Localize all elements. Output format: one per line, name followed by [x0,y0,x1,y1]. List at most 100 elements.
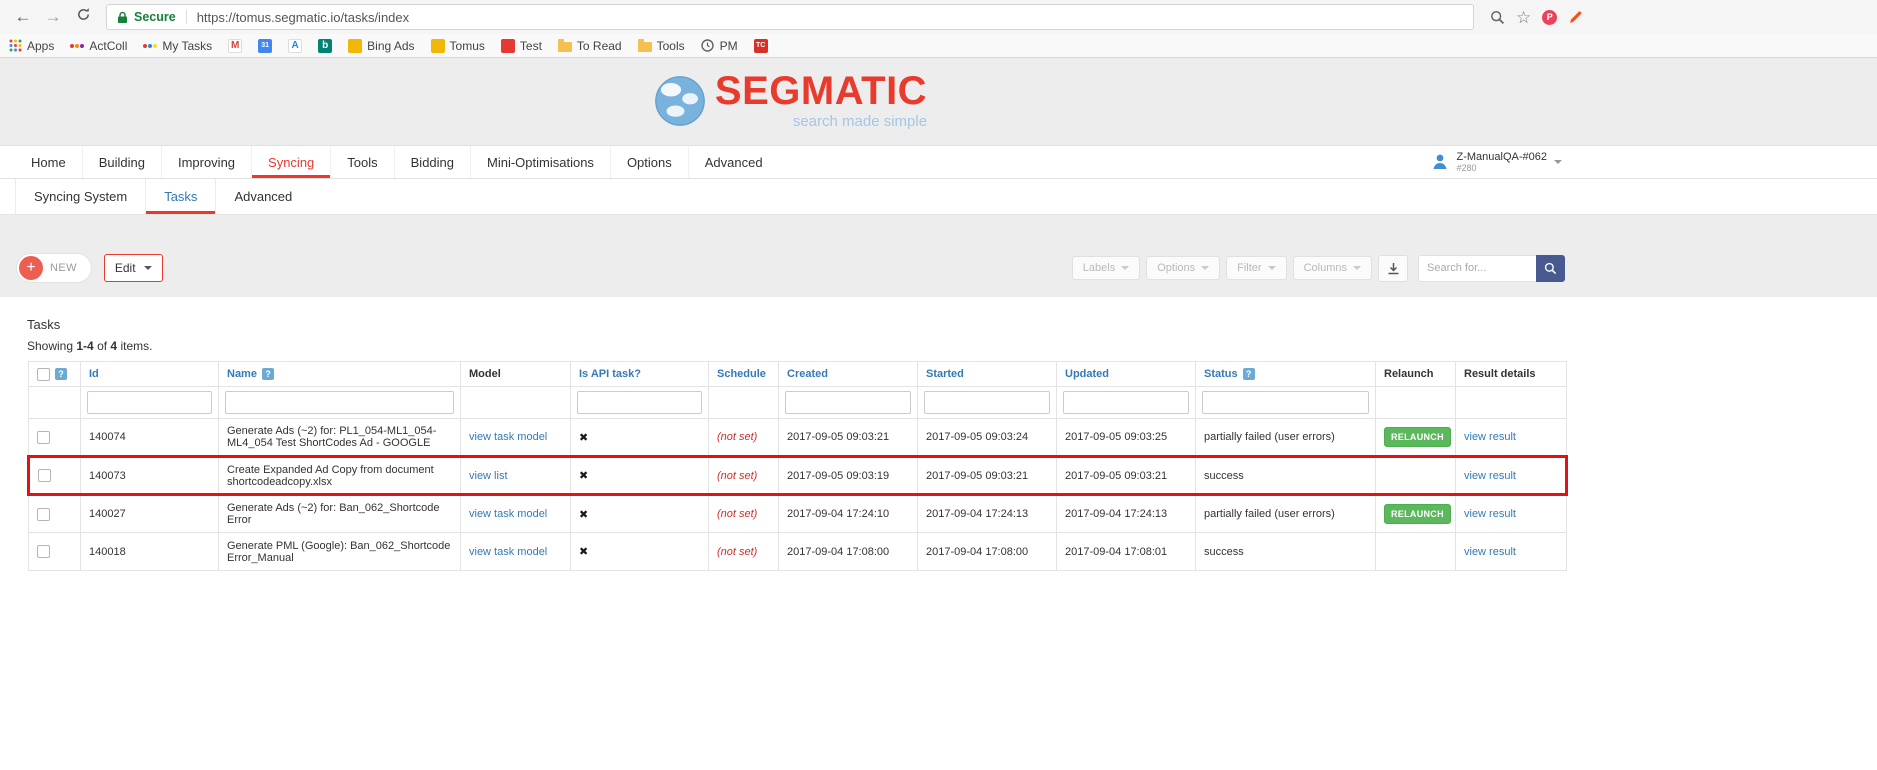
refresh-button[interactable] [70,4,96,30]
search-input[interactable] [1418,254,1536,282]
column-header-started[interactable]: Started [917,361,1057,387]
view-result-link[interactable]: view result [1464,431,1516,443]
filter-input-started[interactable] [924,391,1050,414]
bookmark-apps[interactable]: Apps [8,39,54,53]
row-checkbox[interactable] [37,507,50,521]
nav-item-improving[interactable]: Improving [160,146,251,178]
plus-icon: + [19,256,43,280]
bookmarks-bar: Apps ActColl My Tasks M 31 Ab Bing Ads Tomus Tes… [0,34,1877,58]
toolbar-dropdown-labels[interactable]: Labels [1071,256,1141,280]
cell-result: view result [1455,455,1568,496]
row-checkbox[interactable] [37,545,50,558]
toolbar-dropdown-options[interactable]: Options [1146,256,1221,280]
bookmark-actcoll[interactable]: ActColl [70,39,127,53]
row-checkbox[interactable] [37,430,50,444]
column-header-id[interactable]: Id [80,361,219,387]
bookmark-test[interactable]: Test [500,38,542,53]
nav-item-tools[interactable]: Tools [330,146,393,178]
model-link[interactable]: view task model [469,508,547,520]
filter-cell-is_api [570,386,709,419]
filter-cell-updated [1056,386,1196,419]
page-title: Tasks [27,317,61,332]
cell-created: 2017-09-04 17:08:00 [778,532,918,571]
model-link[interactable]: view list [469,470,508,482]
url-text: https://tomus.segmatic.io/tasks/index [196,9,410,25]
nav-item-advanced[interactable]: Advanced [687,146,779,178]
bookmark-to-read[interactable]: To Read [557,39,622,53]
extension-badge-icon[interactable]: P [1542,9,1558,25]
view-result-link[interactable]: view result [1464,470,1516,482]
subnav-item-tasks[interactable]: Tasks [146,179,217,214]
column-header-name[interactable]: Name? [218,361,461,387]
export-button[interactable] [1378,254,1408,282]
bookmark-pm[interactable]: PM [701,39,738,53]
nav-item-syncing[interactable]: Syncing [251,146,330,178]
toolbar-dropdown-columns[interactable]: Columns [1292,256,1372,280]
search-icon [1544,262,1557,274]
nav-item-home[interactable]: Home [15,146,82,178]
schedule-value: (not set) [717,508,758,520]
subnav-item-advanced[interactable]: Advanced [216,179,310,214]
nav-item-bidding[interactable]: Bidding [393,146,470,178]
bookmark-my-tasks[interactable]: My Tasks [143,39,212,53]
model-link[interactable]: view task model [469,546,547,558]
cell-status: partially failed (user errors) [1195,494,1376,533]
filter-input-created[interactable] [785,391,911,414]
search-button[interactable] [1536,254,1565,282]
nav-item-building[interactable]: Building [81,146,161,178]
cell-updated: 2017-09-04 17:24:13 [1056,494,1196,533]
filter-input-updated[interactable] [1063,391,1189,414]
cell-updated: 2017-09-04 17:08:01 [1056,532,1196,571]
bookmark-tomus[interactable]: Tomus [430,38,485,53]
filter-input-name[interactable] [225,391,454,414]
column-header-relaunch: Relaunch [1375,361,1456,387]
column-header-is-api-task[interactable]: Is API task? [570,361,709,387]
secure-label: Secure [134,10,176,24]
edit-button[interactable]: Edit [103,254,163,282]
forward-button[interactable]: → [40,4,66,30]
cell-model: view task model [460,418,571,457]
toolbar-dropdown-filter[interactable]: Filter [1226,256,1287,280]
bookmark-tools[interactable]: Tools [637,39,685,53]
column-header-status[interactable]: Status? [1195,361,1376,387]
help-icon[interactable]: ? [55,368,67,380]
address-bar[interactable]: Secure https://tomus.segmatic.io/tasks/i… [106,4,1474,30]
bookmark-bing-icon[interactable]: b [318,38,333,53]
segmatic-logo: SEGMATIC search made simple [653,71,927,130]
cell-is-api: ✖ [570,455,709,496]
column-header-updated[interactable]: Updated [1056,361,1196,387]
back-button[interactable]: ← [10,4,36,30]
bookmark-bing-ads[interactable]: Bing Ads [348,38,415,53]
relaunch-button[interactable]: RELAUNCH [1384,427,1451,447]
bookmark-tc-icon[interactable]: TC [753,38,768,53]
relaunch-button[interactable]: RELAUNCH [1384,504,1451,524]
column-header-schedule[interactable]: Schedule [708,361,779,387]
new-task-button[interactable]: + NEW [16,253,92,283]
bookmark-calendar-icon[interactable]: 31 [258,38,273,53]
filter-input-status[interactable] [1202,391,1369,414]
pencil-extension-icon[interactable] [1568,10,1583,25]
subnav-item-syncing-system[interactable]: Syncing System [15,179,147,214]
cell-status: success [1195,532,1376,571]
chevron-down-icon [1267,266,1276,270]
help-icon[interactable]: ? [261,368,274,381]
nav-item-mini-optimisations[interactable]: Mini-Optimisations [470,146,610,178]
view-result-link[interactable]: view result [1464,546,1516,558]
filter-input-id[interactable] [87,391,212,414]
filter-cell-started [917,386,1057,419]
model-link[interactable]: view task model [469,431,547,443]
filter-input-is_api[interactable] [577,391,702,414]
help-icon[interactable]: ? [1242,368,1255,381]
column-header-created[interactable]: Created [778,361,918,387]
select-all-checkbox[interactable] [37,367,50,381]
user-menu[interactable]: Z-ManualQA-#062 #280 [1430,146,1562,178]
bookmark-a-app-icon[interactable]: A [288,38,303,53]
nav-item-options[interactable]: Options [609,146,688,178]
zoom-icon[interactable] [1490,10,1505,25]
bookmark-gmail-icon[interactable]: M [228,38,243,53]
new-button-label: NEW [50,262,77,274]
bing-icon: b [318,38,333,53]
row-checkbox[interactable] [38,469,51,482]
bookmark-star-icon[interactable]: ☆ [1516,9,1531,26]
view-result-link[interactable]: view result [1464,508,1516,520]
